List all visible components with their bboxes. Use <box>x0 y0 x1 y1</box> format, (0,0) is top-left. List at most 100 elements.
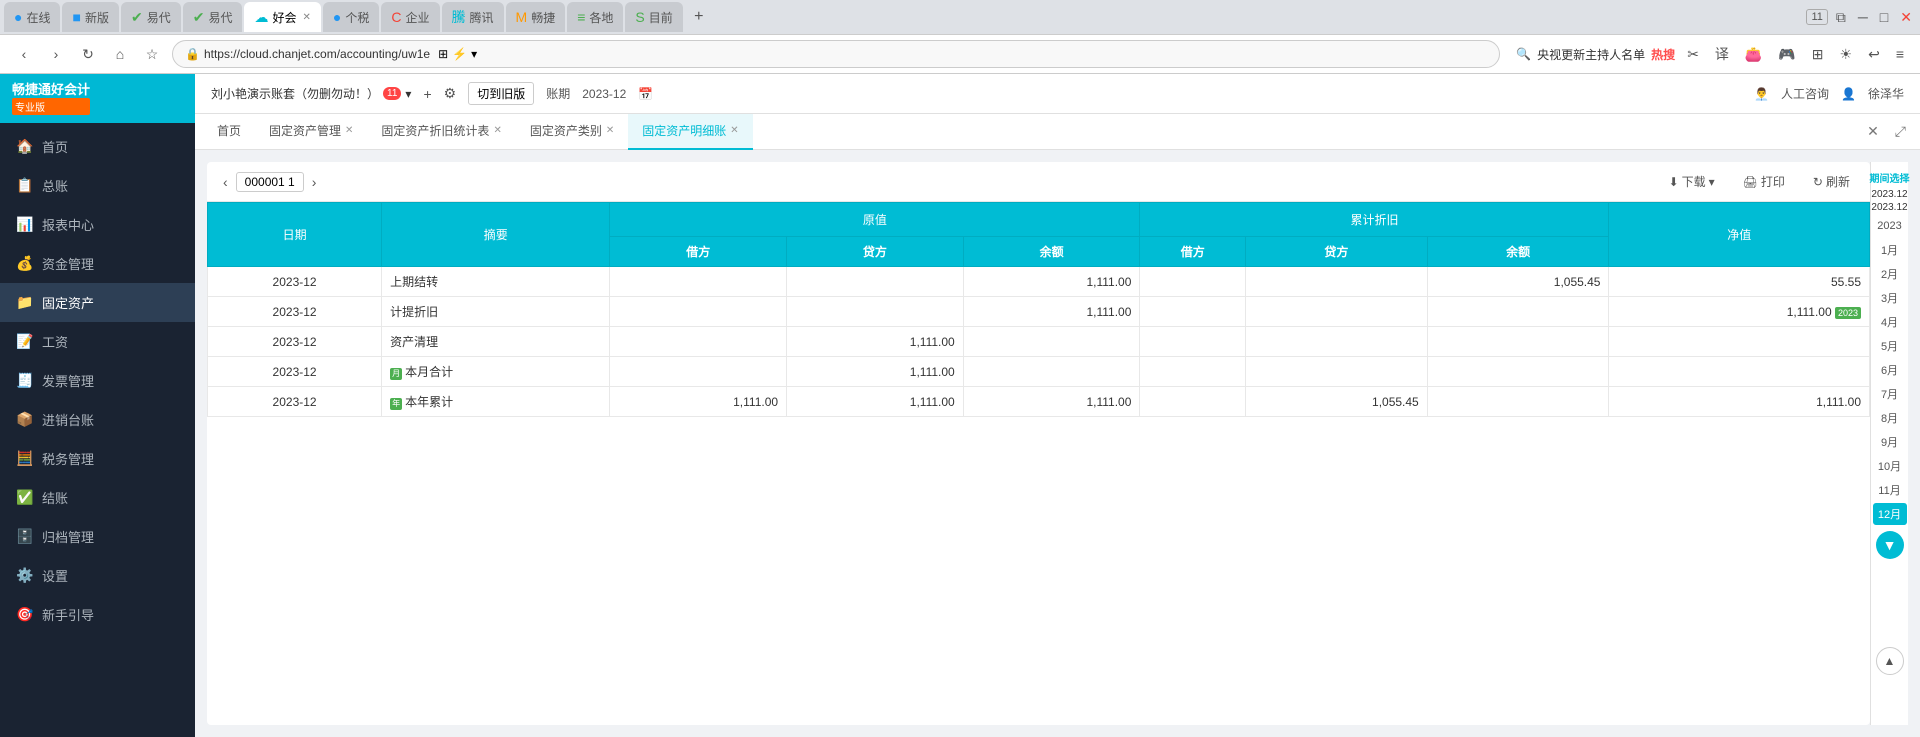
period-panel: 期间选择 2023.12 2023.12 2023 1月 2月 3月 4月 5月… <box>1870 162 1908 725</box>
tab-close-asset-mgmt[interactable]: ✕ <box>345 125 353 136</box>
sidebar-label-fixed-assets: 固定资产 <box>42 293 94 312</box>
calendar-icon[interactable]: 📅 <box>638 87 653 101</box>
print-button[interactable]: 🖨 打印 <box>1735 170 1793 193</box>
month-5[interactable]: 5月 <box>1873 335 1907 357</box>
wallet-icon[interactable]: 👛 <box>1741 44 1766 65</box>
sidebar-item-invoice[interactable]: 🧾 发票管理 <box>0 361 195 400</box>
close-all-tabs-button[interactable]: ✕ <box>1861 121 1885 142</box>
sidebar-item-archive[interactable]: 🗄️ 归档管理 <box>0 517 195 556</box>
browser-tab-4[interactable]: ☁ 好会 ✕ <box>244 2 320 32</box>
prev-page-button[interactable]: ‹ <box>219 172 232 192</box>
month-1[interactable]: 1月 <box>1873 239 1907 261</box>
expand-tabs-button[interactable]: ⤢ <box>1889 121 1912 142</box>
sidebar-item-fixed-assets[interactable]: 📁 固定资产 <box>0 283 195 322</box>
refresh-icon: ↻ <box>1813 175 1823 189</box>
cell-acc-balance: 1,055.45 <box>1427 267 1609 297</box>
refresh-button[interactable]: ↻ 刷新 <box>1805 170 1858 193</box>
settings-gear-icon[interactable]: ⚙ <box>444 85 457 102</box>
reload-button[interactable]: ↻ <box>76 42 100 66</box>
grid-icon[interactable]: ⊞ <box>1808 44 1828 65</box>
page-tab-depreciation-stat[interactable]: 固定资产折旧统计表 ✕ <box>367 114 515 150</box>
tab-close-asset-detail[interactable]: ✕ <box>730 125 738 136</box>
download-dropdown-icon[interactable]: ▾ <box>1709 175 1715 189</box>
help-icon[interactable]: 👨‍💼 <box>1754 87 1769 101</box>
menu-icon[interactable]: ≡ <box>1892 44 1908 64</box>
month-2[interactable]: 2月 <box>1873 263 1907 285</box>
restore-window-icon[interactable]: ⧉ <box>1832 7 1850 28</box>
sidebar-item-home[interactable]: 🏠 首页 <box>0 127 195 166</box>
browser-tab-2[interactable]: ✔ 易代 <box>121 2 181 32</box>
scroll-top-button[interactable]: ▲ <box>1876 647 1904 675</box>
sidebar-item-funds[interactable]: 💰 资金管理 <box>0 244 195 283</box>
browser-tab-8[interactable]: M 畅捷 <box>506 2 566 32</box>
browser-tab-0[interactable]: ● 在线 <box>4 2 60 32</box>
month-4[interactable]: 4月 <box>1873 311 1907 333</box>
undo-icon[interactable]: ↩ <box>1864 44 1884 65</box>
tab-close-4[interactable]: ✕ <box>302 12 310 23</box>
next-page-button[interactable]: › <box>308 172 321 192</box>
browser-tab-5[interactable]: ● 个税 <box>323 2 379 32</box>
sidebar-label-tax: 税务管理 <box>42 449 94 468</box>
browser-tab-9[interactable]: ≡ 各地 <box>567 2 623 32</box>
month-3[interactable]: 3月 <box>1873 287 1907 309</box>
browser-tab-1[interactable]: ■ 新版 <box>62 2 118 32</box>
minimize-icon[interactable]: ─ <box>1854 7 1872 27</box>
sidebar-item-tax[interactable]: 🧮 税务管理 <box>0 439 195 478</box>
add-account-button[interactable]: + <box>423 86 431 102</box>
translate-icon[interactable]: 译 <box>1711 42 1733 66</box>
year-total-icon: 年 <box>390 398 402 410</box>
browser-tab-6[interactable]: C 企业 <box>381 2 439 32</box>
sidebar-item-closing[interactable]: ✅ 结账 <box>0 478 195 517</box>
month-10[interactable]: 10月 <box>1873 455 1907 477</box>
browser-tab-10[interactable]: S 目前 <box>625 2 682 32</box>
month-9[interactable]: 9月 <box>1873 431 1907 453</box>
forward-button[interactable]: › <box>44 42 68 66</box>
hot-search-label[interactable]: 热搜 <box>1651 46 1675 63</box>
brightness-icon[interactable]: ☀ <box>1836 44 1857 65</box>
sidebar-item-reports[interactable]: 📊 报表中心 <box>0 205 195 244</box>
user-avatar-icon[interactable]: 👤 <box>1841 87 1856 101</box>
month-6[interactable]: 6月 <box>1873 359 1907 381</box>
new-tab-button[interactable]: + <box>685 3 713 31</box>
sidebar-item-purchase[interactable]: 📦 进销台账 <box>0 400 195 439</box>
switch-version-button[interactable]: 切到旧版 <box>468 82 534 105</box>
settings-icon: ⚙️ <box>16 566 34 584</box>
download-button[interactable]: ⬇ 下载 ▾ <box>1661 170 1723 193</box>
address-bar[interactable]: 🔒 https://cloud.chanjet.com/accounting/u… <box>172 40 1500 68</box>
scroll-down-button[interactable]: ▼ <box>1876 531 1904 559</box>
scissors-icon[interactable]: ✂ <box>1683 44 1703 65</box>
sidebar-item-guide[interactable]: 🎯 新手引导 <box>0 595 195 634</box>
month-8[interactable]: 8月 <box>1873 407 1907 429</box>
browser-tab-3[interactable]: ✔ 易代 <box>183 2 243 32</box>
browser-tab-7[interactable]: 騰 腾讯 <box>442 2 504 32</box>
account-dropdown-icon[interactable]: ▾ <box>405 87 411 101</box>
month-12[interactable]: 12月 <box>1873 503 1907 525</box>
help-label[interactable]: 人工咨询 <box>1781 85 1829 102</box>
search-area: 🔍 央视更新主持人名单 热搜 <box>1516 46 1675 63</box>
tab-close-depreciation-stat[interactable]: ✕ <box>493 125 501 136</box>
page-tab-home[interactable]: 首页 <box>203 114 255 150</box>
bookmark-button[interactable]: ☆ <box>140 42 164 66</box>
page-tab-asset-category[interactable]: 固定资产类别 ✕ <box>516 114 628 150</box>
page-tab-asset-mgmt[interactable]: 固定资产管理 ✕ <box>255 114 367 150</box>
table-row: 2023-12 年本年累计 1,111.00 1,111.00 1,111.00… <box>208 387 1870 417</box>
maximize-icon[interactable]: □ <box>1876 7 1892 27</box>
qr-icon[interactable]: ⊞ <box>438 47 448 61</box>
close-window-icon[interactable]: ✕ <box>1896 7 1916 28</box>
home-button[interactable]: ⌂ <box>108 42 132 66</box>
dropdown-icon[interactable]: ▾ <box>471 47 477 61</box>
lightning-icon[interactable]: ⚡ <box>452 47 467 61</box>
back-button[interactable]: ‹ <box>12 42 36 66</box>
sidebar-item-ledger[interactable]: 📋 总账 <box>0 166 195 205</box>
game-icon[interactable]: 🎮 <box>1774 44 1799 65</box>
month-11[interactable]: 11月 <box>1873 479 1907 501</box>
sidebar-item-salary[interactable]: 📝 工资 <box>0 322 195 361</box>
month-7[interactable]: 7月 <box>1873 383 1907 405</box>
tab-close-asset-category[interactable]: ✕ <box>606 125 614 136</box>
cell-orig-balance: 1,111.00 <box>963 387 1140 417</box>
page-tab-asset-detail[interactable]: 固定资产明细账 ✕ <box>628 114 752 150</box>
month-year-2023[interactable]: 2023 <box>1873 215 1907 237</box>
cell-orig-debit <box>610 297 787 327</box>
sidebar-item-settings[interactable]: ⚙️ 设置 <box>0 556 195 595</box>
account-selector[interactable]: 刘小艳演示账套（勿删勿动！） 11 ▾ <box>211 85 411 102</box>
